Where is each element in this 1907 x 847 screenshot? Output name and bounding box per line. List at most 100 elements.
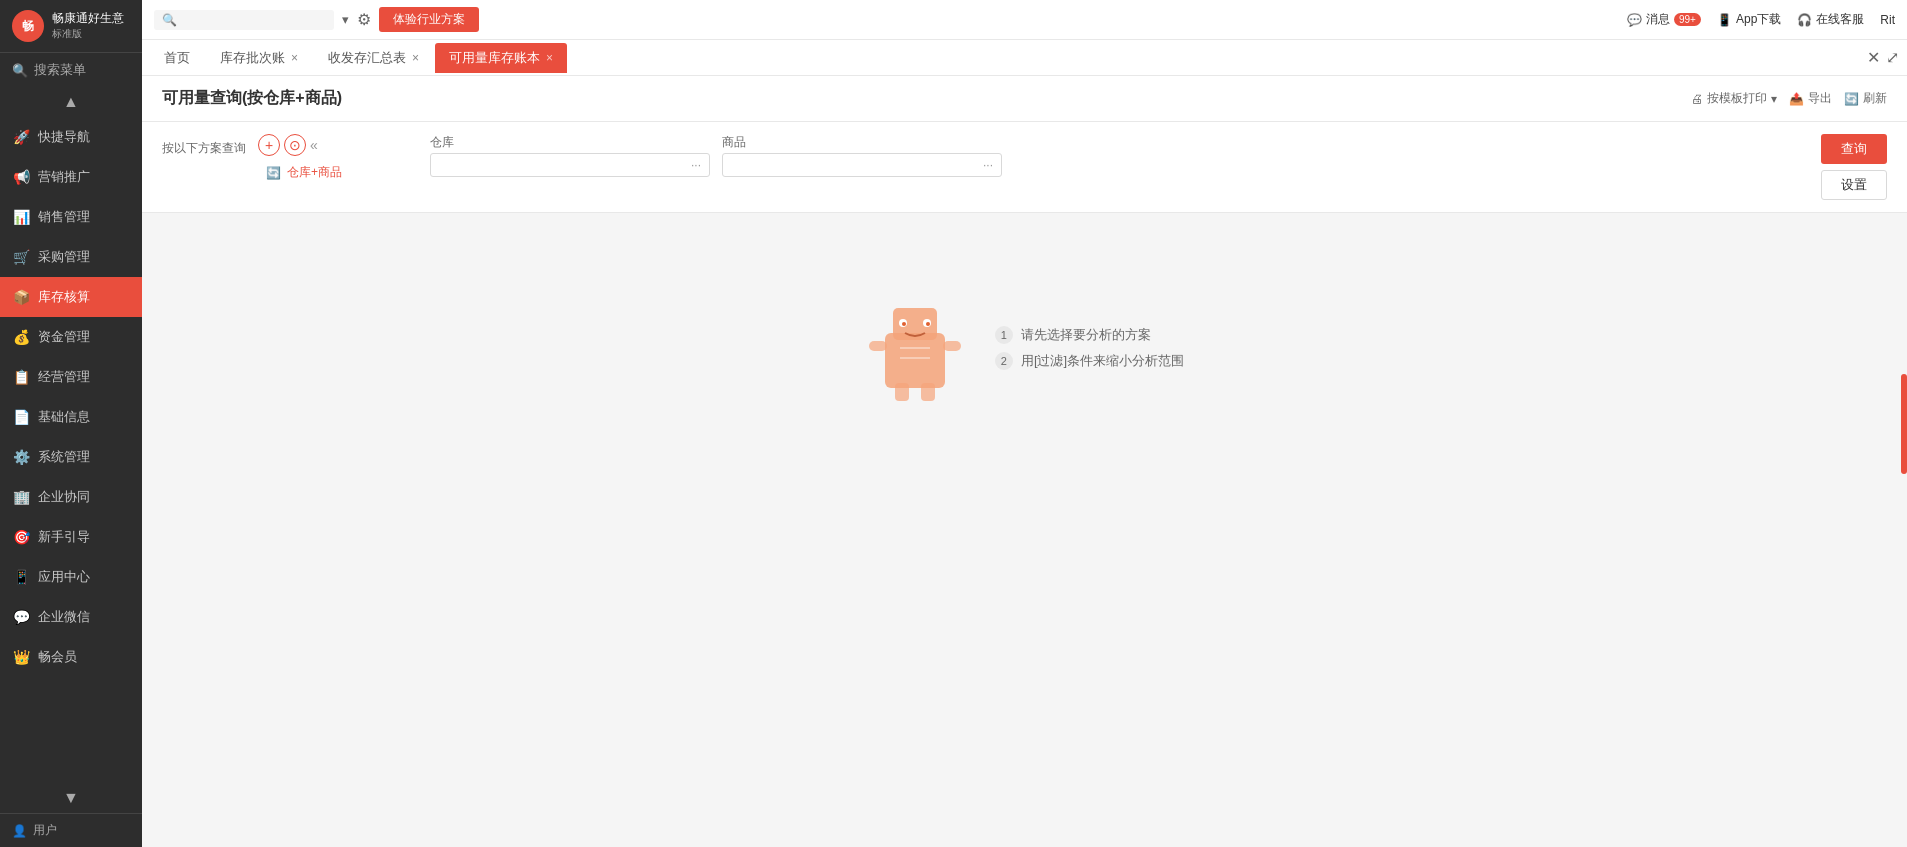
finance-icon: 💰 bbox=[12, 328, 30, 346]
scheme-collapse-btn[interactable]: « bbox=[310, 137, 318, 153]
sidebar-item-quick-nav[interactable]: 🚀 快捷导航 bbox=[0, 117, 142, 157]
search-icon: 🔍 bbox=[12, 63, 28, 78]
purchase-icon: 🛒 bbox=[12, 248, 30, 266]
topbar-user[interactable]: Rit bbox=[1880, 13, 1895, 27]
empty-state: 1 请先选择要分析的方案 2 用[过滤]条件来缩小分析范围 bbox=[142, 213, 1907, 499]
print-template-btn[interactable]: 🖨 按模板打印 ▾ bbox=[1691, 90, 1777, 107]
tabs-close-all-btn[interactable]: ✕ bbox=[1867, 48, 1880, 67]
search-menu[interactable]: 🔍 搜索菜单 bbox=[0, 53, 142, 87]
tab-batch-account[interactable]: 库存批次账 × bbox=[206, 43, 312, 73]
tab-close-receipt-summary[interactable]: × bbox=[412, 51, 419, 65]
sidebar-item-purchase[interactable]: 🛒 采购管理 bbox=[0, 237, 142, 277]
newcomer-icon: 🎯 bbox=[12, 528, 30, 546]
scheme-setting-btn[interactable]: ⊙ bbox=[284, 134, 306, 156]
sidebar-item-newcomer[interactable]: 🎯 新手引导 bbox=[0, 517, 142, 557]
sidebar-item-label: 采购管理 bbox=[38, 248, 90, 266]
refresh-icon: 🔄 bbox=[1844, 92, 1859, 106]
scheme-item-warehouse-product[interactable]: 🔄 仓库+商品 bbox=[258, 160, 418, 185]
marketing-icon: 📢 bbox=[12, 168, 30, 186]
sales-icon: 📊 bbox=[12, 208, 30, 226]
sidebar-item-label: 快捷导航 bbox=[38, 128, 90, 146]
sidebar-item-basic-info[interactable]: 📄 基础信息 bbox=[0, 397, 142, 437]
tab-home[interactable]: 首页 bbox=[150, 43, 204, 73]
query-btn[interactable]: 查询 bbox=[1821, 134, 1887, 164]
export-btn[interactable]: 📤 导出 bbox=[1789, 90, 1832, 107]
product-input-box[interactable]: ··· bbox=[722, 153, 1002, 177]
logo-icon: 畅 bbox=[12, 10, 44, 42]
topbar-gear-icon[interactable]: ⚙ bbox=[357, 10, 371, 29]
user-avatar-icon: 👤 bbox=[12, 824, 27, 838]
right-scrollbar[interactable] bbox=[1901, 374, 1907, 474]
topbar-message[interactable]: 💬 消息 99+ bbox=[1627, 11, 1701, 28]
empty-hint-2: 2 用[过滤]条件来缩小分析范围 bbox=[995, 352, 1184, 370]
export-icon: 📤 bbox=[1789, 92, 1804, 106]
sidebar-item-label: 资金管理 bbox=[38, 328, 90, 346]
sidebar-item-operations[interactable]: 📋 经营管理 bbox=[0, 357, 142, 397]
sidebar-item-marketing[interactable]: 📢 营销推广 bbox=[0, 157, 142, 197]
topbar-search-box[interactable]: 🔍 bbox=[154, 10, 334, 30]
tab-available-stock[interactable]: 可用量库存账本 × bbox=[435, 43, 567, 73]
svg-rect-9 bbox=[921, 383, 935, 401]
sidebar-item-label: 系统管理 bbox=[38, 448, 90, 466]
sidebar-item-sales[interactable]: 📊 销售管理 bbox=[0, 197, 142, 237]
page-header-actions: 🖨 按模板打印 ▾ 📤 导出 🔄 刷新 bbox=[1691, 90, 1887, 107]
sidebar-item-member[interactable]: 👑 畅会员 bbox=[0, 637, 142, 677]
topbar-right: 💬 消息 99+ 📱 App下载 🎧 在线客服 Rit bbox=[1627, 11, 1895, 28]
sidebar-user-name: 用户 bbox=[33, 822, 57, 839]
product-more-btn[interactable]: ··· bbox=[983, 158, 993, 172]
main-area: 🔍 ▾ ⚙ 体验行业方案 💬 消息 99+ 📱 App下载 🎧 在线客服 Rit bbox=[142, 0, 1907, 847]
filter-actions: 查询 设置 bbox=[1821, 134, 1887, 200]
refresh-btn[interactable]: 🔄 刷新 bbox=[1844, 90, 1887, 107]
topbar-app-download[interactable]: 📱 App下载 bbox=[1717, 11, 1781, 28]
tab-close-available-stock[interactable]: × bbox=[546, 51, 553, 65]
topbar-dropdown-icon[interactable]: ▾ bbox=[342, 12, 349, 27]
basic-info-icon: 📄 bbox=[12, 408, 30, 426]
scheme-item-icon: 🔄 bbox=[266, 166, 281, 180]
filter-section: 按以下方案查询 + ⊙ « 🔄 仓库+商品 仓库 ··· bbox=[142, 122, 1907, 213]
warehouse-more-btn[interactable]: ··· bbox=[691, 158, 701, 172]
sidebar-item-system[interactable]: ⚙️ 系统管理 bbox=[0, 437, 142, 477]
sidebar-scroll-up[interactable]: ▲ bbox=[0, 87, 142, 117]
empty-visual: 1 请先选择要分析的方案 2 用[过滤]条件来缩小分析范围 bbox=[865, 293, 1184, 403]
operations-icon: 📋 bbox=[12, 368, 30, 386]
sidebar-item-label: 经营管理 bbox=[38, 368, 90, 386]
sidebar-scroll-down[interactable]: ▼ bbox=[0, 783, 142, 813]
sidebar-item-enterprise[interactable]: 🏢 企业协同 bbox=[0, 477, 142, 517]
sidebar-item-finance[interactable]: 💰 资金管理 bbox=[0, 317, 142, 357]
message-icon: 💬 bbox=[1627, 13, 1642, 27]
product-input[interactable] bbox=[731, 158, 979, 172]
empty-illustration bbox=[865, 293, 965, 403]
settings-btn[interactable]: 设置 bbox=[1821, 170, 1887, 200]
sidebar-item-label: 企业协同 bbox=[38, 488, 90, 506]
warehouse-input[interactable] bbox=[439, 158, 687, 172]
sidebar-bottom-user[interactable]: 👤 用户 bbox=[0, 813, 142, 847]
trial-btn[interactable]: 体验行业方案 bbox=[379, 7, 479, 32]
app-name: 畅康通好生意 bbox=[52, 11, 124, 27]
service-icon: 🎧 bbox=[1797, 13, 1812, 27]
sidebar-item-wechat[interactable]: 💬 企业微信 bbox=[0, 597, 142, 637]
wechat-icon: 💬 bbox=[12, 608, 30, 626]
sidebar-item-label: 企业微信 bbox=[38, 608, 90, 626]
topbar-search-input[interactable] bbox=[181, 13, 301, 27]
sidebar-item-inventory[interactable]: 📦 库存核算 bbox=[0, 277, 142, 317]
product-label: 商品 bbox=[722, 134, 1002, 151]
tabs-expand-btn[interactable]: ⤢ bbox=[1886, 48, 1899, 67]
tab-close-batch-account[interactable]: × bbox=[291, 51, 298, 65]
topbar-online-service[interactable]: 🎧 在线客服 bbox=[1797, 11, 1864, 28]
inventory-icon: 📦 bbox=[12, 288, 30, 306]
filter-fields: 仓库 ··· 商品 ··· bbox=[430, 134, 1809, 177]
system-icon: ⚙️ bbox=[12, 448, 30, 466]
sidebar-logo: 畅 畅康通好生意 标准版 bbox=[0, 0, 142, 53]
page-header: 可用量查询(按仓库+商品) 🖨 按模板打印 ▾ 📤 导出 🔄 刷新 bbox=[142, 76, 1907, 122]
sidebar-item-label: 销售管理 bbox=[38, 208, 90, 226]
topbar: 🔍 ▾ ⚙ 体验行业方案 💬 消息 99+ 📱 App下载 🎧 在线客服 Rit bbox=[142, 0, 1907, 40]
svg-point-5 bbox=[926, 322, 930, 326]
warehouse-input-box[interactable]: ··· bbox=[430, 153, 710, 177]
page-content: 可用量查询(按仓库+商品) 🖨 按模板打印 ▾ 📤 导出 🔄 刷新 按以下 bbox=[142, 76, 1907, 847]
sidebar-item-app-center[interactable]: 📱 应用中心 bbox=[0, 557, 142, 597]
sidebar-item-label: 应用中心 bbox=[38, 568, 90, 586]
scheme-add-btn[interactable]: + bbox=[258, 134, 280, 156]
tab-receipt-summary[interactable]: 收发存汇总表 × bbox=[314, 43, 433, 73]
message-badge: 99+ bbox=[1674, 13, 1701, 26]
sidebar-item-label: 基础信息 bbox=[38, 408, 90, 426]
